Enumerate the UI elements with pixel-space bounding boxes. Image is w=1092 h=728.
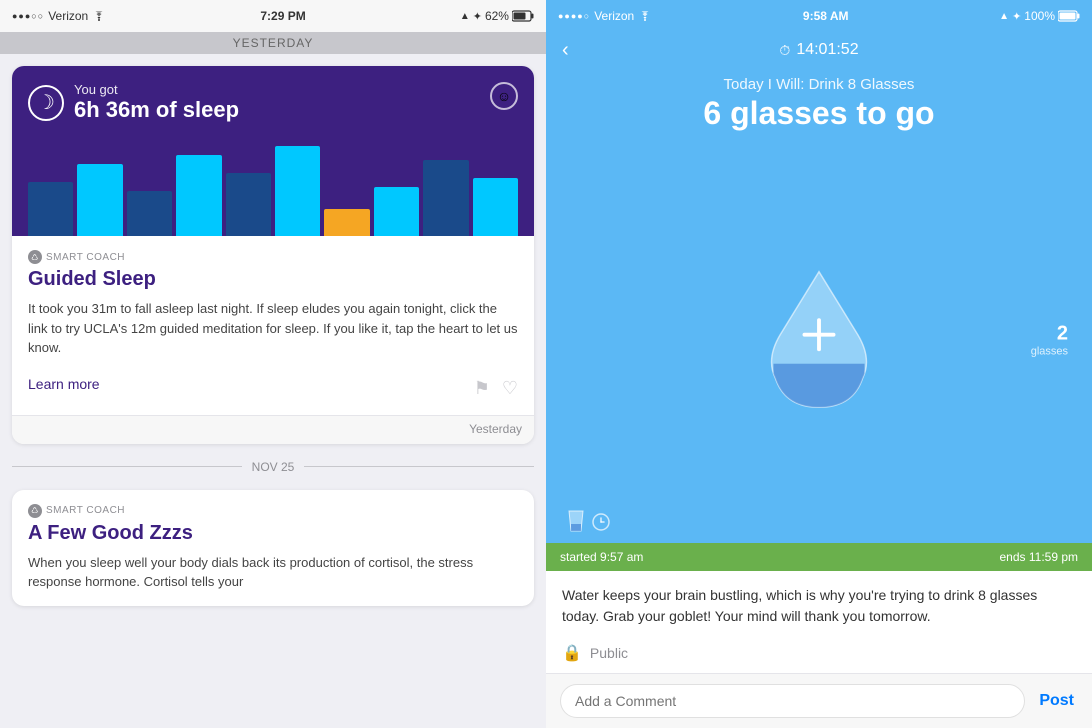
nav-timer: ⏱ 14:01:52 <box>779 41 858 59</box>
water-title: 6 glasses to go <box>562 95 1076 132</box>
guided-sleep-body: It took you 31m to fall asleep last nigh… <box>28 299 518 358</box>
phone-right: ●●●●○ Verizon 9:58 AM ▲ ✦ 100% ‹ ⏱ 14:01… <box>546 0 1092 728</box>
wifi-icon-right <box>638 11 652 21</box>
sleep-bar <box>226 173 271 236</box>
sleep-banner: ☽ You got 6h 36m of sleep ☺ <box>12 66 534 236</box>
water-drop[interactable] <box>754 262 884 417</box>
water-description: Water keeps your brain bustling, which i… <box>546 571 1092 637</box>
bottom-panel: Water keeps your brain bustling, which i… <box>546 571 1092 728</box>
post-button[interactable]: Post <box>1035 688 1078 714</box>
card-timestamp: Yesterday <box>12 415 534 444</box>
carrier-left: Verizon <box>48 9 88 23</box>
end-time: ends 11:59 pm <box>1000 550 1079 564</box>
sleep-chart <box>12 146 534 236</box>
day-header-yesterday: YESTERDAY <box>0 32 546 54</box>
sleep-bar <box>374 187 419 237</box>
sleep-bar <box>127 191 172 236</box>
section-divider-nov25: NOV 25 <box>12 456 534 478</box>
lock-icon: 🔒 <box>562 643 582 663</box>
timer-display: 14:01:52 <box>796 41 858 59</box>
phone-left: ●●●○○ Verizon 7:29 PM ▲ ✦ 62% YESTERDAY … <box>0 0 546 728</box>
bluetooth-icon-right: ✦ <box>1012 10 1021 23</box>
smiley-icon: ☺ <box>490 82 518 110</box>
water-drop-area[interactable]: 2 glasses <box>546 136 1092 543</box>
sleep-bar <box>77 164 122 236</box>
signal-dots-left: ●●●○○ <box>12 11 44 21</box>
card-actions: ⚑ ♡ <box>474 378 518 399</box>
comment-bar: Post <box>546 674 1092 728</box>
bluetooth-icon-left: ✦ <box>473 10 482 23</box>
time-right: 9:58 AM <box>803 9 849 23</box>
heart-icon[interactable]: ♡ <box>502 378 518 399</box>
few-good-zzzs-title: A Few Good Zzzs <box>28 522 518 545</box>
nav-bar-right: ‹ ⏱ 14:01:52 <box>546 32 1092 68</box>
glass-icon <box>566 509 586 535</box>
wifi-icon-left <box>92 11 106 21</box>
battery-right: 100% <box>1024 9 1055 23</box>
guided-sleep-title: Guided Sleep <box>28 268 518 291</box>
visibility-row: 🔒 Public <box>546 637 1092 674</box>
sleep-bar <box>275 146 320 236</box>
time-left: 7:29 PM <box>260 9 305 23</box>
clock-indicator-icon <box>592 513 610 531</box>
signal-dots-right: ●●●●○ <box>558 11 590 21</box>
nov-card-content: ♺ SMART COACH A Few Good Zzzs When you s… <box>12 490 534 606</box>
timer-icon: ⏱ <box>779 42 790 59</box>
location-icon-right: ▲ <box>999 11 1009 22</box>
few-good-zzzs-card: ♺ SMART COACH A Few Good Zzzs When you s… <box>12 490 534 606</box>
water-header: Today I Will: Drink 8 Glasses 6 glasses … <box>546 68 1092 136</box>
comment-input[interactable] <box>560 684 1025 718</box>
sleep-card: ☽ You got 6h 36m of sleep ☺ <box>12 66 534 444</box>
flag-icon[interactable]: ⚑ <box>474 378 490 399</box>
battery-icon-left <box>512 10 534 22</box>
status-bar-right: ●●●●○ Verizon 9:58 AM ▲ ✦ 100% <box>546 0 1092 32</box>
guided-sleep-card: ♺ SMART COACH Guided Sleep It took you 3… <box>12 236 534 415</box>
sleep-bar <box>28 182 73 236</box>
smart-coach-label-2: ♺ SMART COACH <box>28 504 518 518</box>
carrier-right: Verizon <box>594 9 634 23</box>
battery-left: 62% <box>485 9 509 23</box>
location-icon-left: ▲ <box>460 11 470 22</box>
you-got-label: You got <box>74 82 239 97</box>
sleep-bar <box>423 160 468 237</box>
scroll-area-left[interactable]: ☽ You got 6h 36m of sleep ☺ <box>0 54 546 728</box>
start-time: started 9:57 am <box>560 550 643 564</box>
battery-icon-right <box>1058 10 1080 22</box>
back-button[interactable]: ‹ <box>562 39 569 62</box>
coach-icon-2: ♺ <box>28 504 42 518</box>
sleep-hours: 6h 36m of sleep <box>74 97 239 123</box>
moon-icon: ☽ <box>28 85 64 121</box>
learn-more-link[interactable]: Learn more <box>28 376 100 392</box>
coach-icon: ♺ <box>28 250 42 264</box>
smart-coach-label: ♺ SMART COACH <box>28 250 518 264</box>
time-bar: started 9:57 am ends 11:59 pm <box>546 543 1092 571</box>
status-bar-left: ●●●○○ Verizon 7:29 PM ▲ ✦ 62% <box>0 0 546 32</box>
water-subtitle: Today I Will: Drink 8 Glasses <box>562 76 1076 93</box>
public-label: Public <box>590 645 628 661</box>
glasses-count-label: 2 glasses <box>1031 322 1068 357</box>
sleep-bar <box>473 178 518 237</box>
sleep-bar <box>324 209 369 236</box>
few-good-zzzs-body: When you sleep well your body dials back… <box>28 553 518 592</box>
sleep-bar <box>176 155 221 236</box>
